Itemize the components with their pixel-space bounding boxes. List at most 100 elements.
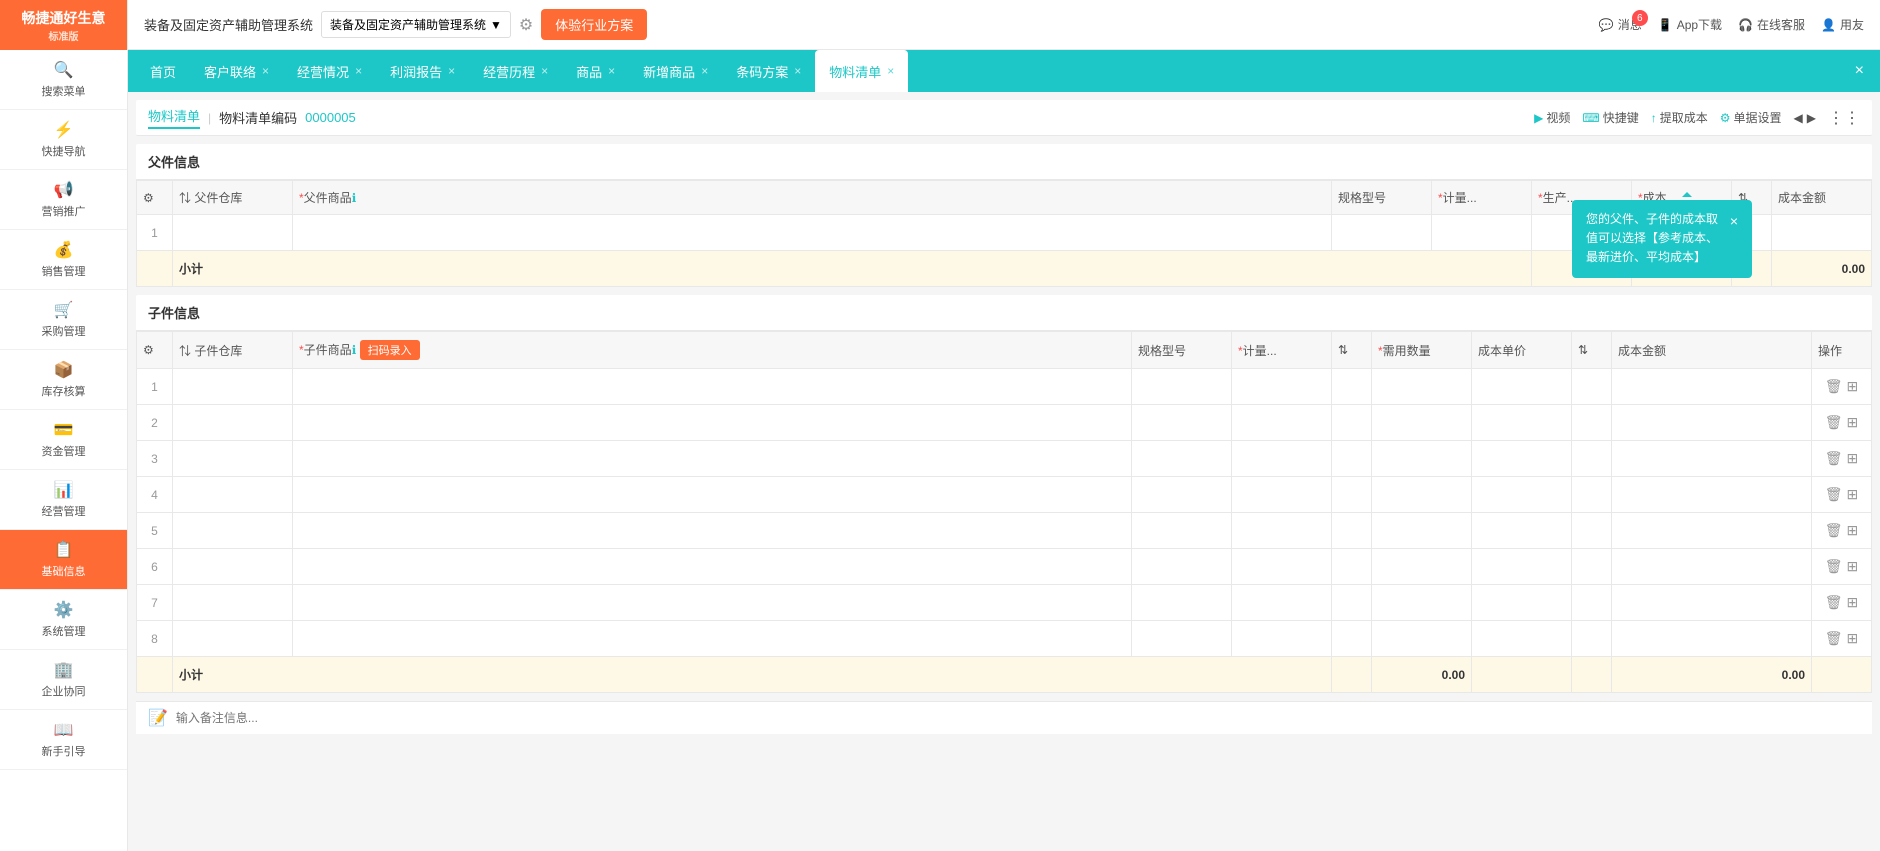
- child-warehouse-6[interactable]: [173, 549, 293, 585]
- tab-profit-close[interactable]: ×: [448, 64, 455, 78]
- tab-operation-close[interactable]: ×: [355, 64, 362, 78]
- sidebar-item-purchase[interactable]: 🛒 采购管理: [0, 290, 127, 350]
- child-needed-7[interactable]: [1372, 585, 1472, 621]
- single-settings-button[interactable]: ⚙ 单据设置: [1720, 109, 1782, 126]
- message-button[interactable]: 💬 消息 6: [1599, 16, 1642, 33]
- parent-settings-icon[interactable]: ⚙: [143, 191, 154, 205]
- next-icon[interactable]: ▶: [1807, 111, 1816, 125]
- child-needed-5[interactable]: [1372, 513, 1472, 549]
- view-button[interactable]: ▶ 视频: [1534, 109, 1570, 126]
- tab-barcode-close[interactable]: ×: [794, 64, 801, 78]
- child-warehouse-2[interactable]: [173, 405, 293, 441]
- close-all-tabs[interactable]: ×: [1847, 62, 1872, 80]
- tab-product[interactable]: 商品 ×: [562, 50, 629, 92]
- prev-icon[interactable]: ◀: [1794, 111, 1803, 125]
- child-product-5[interactable]: [293, 513, 1132, 549]
- parent-col-settings[interactable]: ⚙: [137, 181, 173, 215]
- sidebar-item-operations[interactable]: 📊 经营管理: [0, 470, 127, 530]
- child-spec-8[interactable]: [1132, 621, 1232, 657]
- child-warehouse-1[interactable]: [173, 369, 293, 405]
- child-needed-1[interactable]: [1372, 369, 1472, 405]
- copy-icon-3[interactable]: ⊞: [1847, 450, 1859, 467]
- child-product-8[interactable]: [293, 621, 1132, 657]
- copy-icon-1[interactable]: ⊞: [1847, 378, 1859, 395]
- child-unit-3[interactable]: [1232, 441, 1332, 477]
- parent-product-1[interactable]: [293, 215, 1332, 251]
- copy-icon-8[interactable]: ⊞: [1847, 630, 1859, 647]
- sidebar-item-sales[interactable]: 💰 销售管理: [0, 230, 127, 290]
- child-warehouse-8[interactable]: [173, 621, 293, 657]
- copy-icon-2[interactable]: ⊞: [1847, 414, 1859, 431]
- child-unit-7[interactable]: [1232, 585, 1332, 621]
- parent-spec-1[interactable]: [1332, 215, 1432, 251]
- child-unitcost-1[interactable]: [1472, 369, 1572, 405]
- copy-icon-7[interactable]: ⊞: [1847, 594, 1859, 611]
- child-product-7[interactable]: [293, 585, 1132, 621]
- note-icon[interactable]: 📝: [148, 708, 168, 728]
- child-unitcost-3[interactable]: [1472, 441, 1572, 477]
- child-unit-6[interactable]: [1232, 549, 1332, 585]
- sidebar-item-system[interactable]: ⚙️ 系统管理: [0, 590, 127, 650]
- child-needed-8[interactable]: [1372, 621, 1472, 657]
- child-spec-1[interactable]: [1132, 369, 1232, 405]
- child-spec-6[interactable]: [1132, 549, 1232, 585]
- delete-icon-7[interactable]: 🗑: [1825, 594, 1843, 611]
- trial-button[interactable]: 体验行业方案: [541, 9, 647, 40]
- tab-home[interactable]: 首页: [136, 50, 190, 92]
- sidebar-item-quicknav[interactable]: ⚡ 快捷导航: [0, 110, 127, 170]
- child-warehouse-7[interactable]: [173, 585, 293, 621]
- child-spec-7[interactable]: [1132, 585, 1232, 621]
- child-warehouse-3[interactable]: [173, 441, 293, 477]
- child-product-1[interactable]: [293, 369, 1132, 405]
- delete-icon-5[interactable]: 🗑: [1825, 522, 1843, 539]
- child-unitcost-2[interactable]: [1472, 405, 1572, 441]
- tab-history[interactable]: 经营历程 ×: [469, 50, 562, 92]
- delete-icon-2[interactable]: 🗑: [1825, 414, 1843, 431]
- child-needed-4[interactable]: [1372, 477, 1472, 513]
- child-spec-2[interactable]: [1132, 405, 1232, 441]
- child-needed-6[interactable]: [1372, 549, 1472, 585]
- delete-icon-1[interactable]: 🗑: [1825, 378, 1843, 395]
- tab-product-close[interactable]: ×: [608, 64, 615, 78]
- tooltip-close-btn[interactable]: ×: [1730, 210, 1738, 232]
- child-unit-4[interactable]: [1232, 477, 1332, 513]
- child-unit-1[interactable]: [1232, 369, 1332, 405]
- tab-new-product[interactable]: 新增商品 ×: [629, 50, 722, 92]
- scan-button[interactable]: 扫码录入: [360, 340, 420, 360]
- system-dropdown[interactable]: 装备及固定资产辅助管理系统 ▼: [321, 11, 511, 38]
- tab-bom[interactable]: 物料清单 ×: [815, 50, 908, 92]
- user-menu[interactable]: 👤 用友: [1821, 16, 1864, 33]
- grid-icon[interactable]: ⋮⋮: [1828, 108, 1860, 128]
- breadcrumb-tab2[interactable]: 物料清单编码: [219, 108, 297, 127]
- sidebar-item-marketing[interactable]: 📢 营销推广: [0, 170, 127, 230]
- extract-cost-button[interactable]: ↑ 提取成本: [1651, 109, 1708, 126]
- child-unitcost-5[interactable]: [1472, 513, 1572, 549]
- tab-history-close[interactable]: ×: [541, 64, 548, 78]
- child-unit-5[interactable]: [1232, 513, 1332, 549]
- sidebar-item-inventory[interactable]: 📦 库存核算: [0, 350, 127, 410]
- tab-new-product-close[interactable]: ×: [701, 64, 708, 78]
- tab-barcode[interactable]: 条码方案 ×: [722, 50, 815, 92]
- tab-profit[interactable]: 利润报告 ×: [376, 50, 469, 92]
- sidebar-item-basic-info[interactable]: 📋 基础信息: [0, 530, 127, 590]
- breadcrumb-tab1[interactable]: 物料清单: [148, 106, 200, 129]
- child-needed-2[interactable]: [1372, 405, 1472, 441]
- child-product-6[interactable]: [293, 549, 1132, 585]
- child-spec-3[interactable]: [1132, 441, 1232, 477]
- child-unitcost-7[interactable]: [1472, 585, 1572, 621]
- copy-icon-5[interactable]: ⊞: [1847, 522, 1859, 539]
- tab-customer-close[interactable]: ×: [262, 64, 269, 78]
- tab-operation[interactable]: 经营情况 ×: [283, 50, 376, 92]
- sidebar-item-enterprise[interactable]: 🏢 企业协同: [0, 650, 127, 710]
- tab-customer[interactable]: 客户联络 ×: [190, 50, 283, 92]
- child-unit-8[interactable]: [1232, 621, 1332, 657]
- child-product-3[interactable]: [293, 441, 1132, 477]
- delete-icon-8[interactable]: 🗑: [1825, 630, 1843, 647]
- sidebar-item-guide[interactable]: 📖 新手引导: [0, 710, 127, 770]
- child-unitcost-8[interactable]: [1472, 621, 1572, 657]
- note-input[interactable]: [176, 711, 1860, 725]
- shortcut-button[interactable]: ⌨ 快捷键: [1582, 109, 1638, 126]
- child-unitcost-4[interactable]: [1472, 477, 1572, 513]
- online-service-button[interactable]: 🎧 在线客服: [1738, 16, 1805, 33]
- sidebar-item-search[interactable]: 🔍 搜索菜单: [0, 50, 127, 110]
